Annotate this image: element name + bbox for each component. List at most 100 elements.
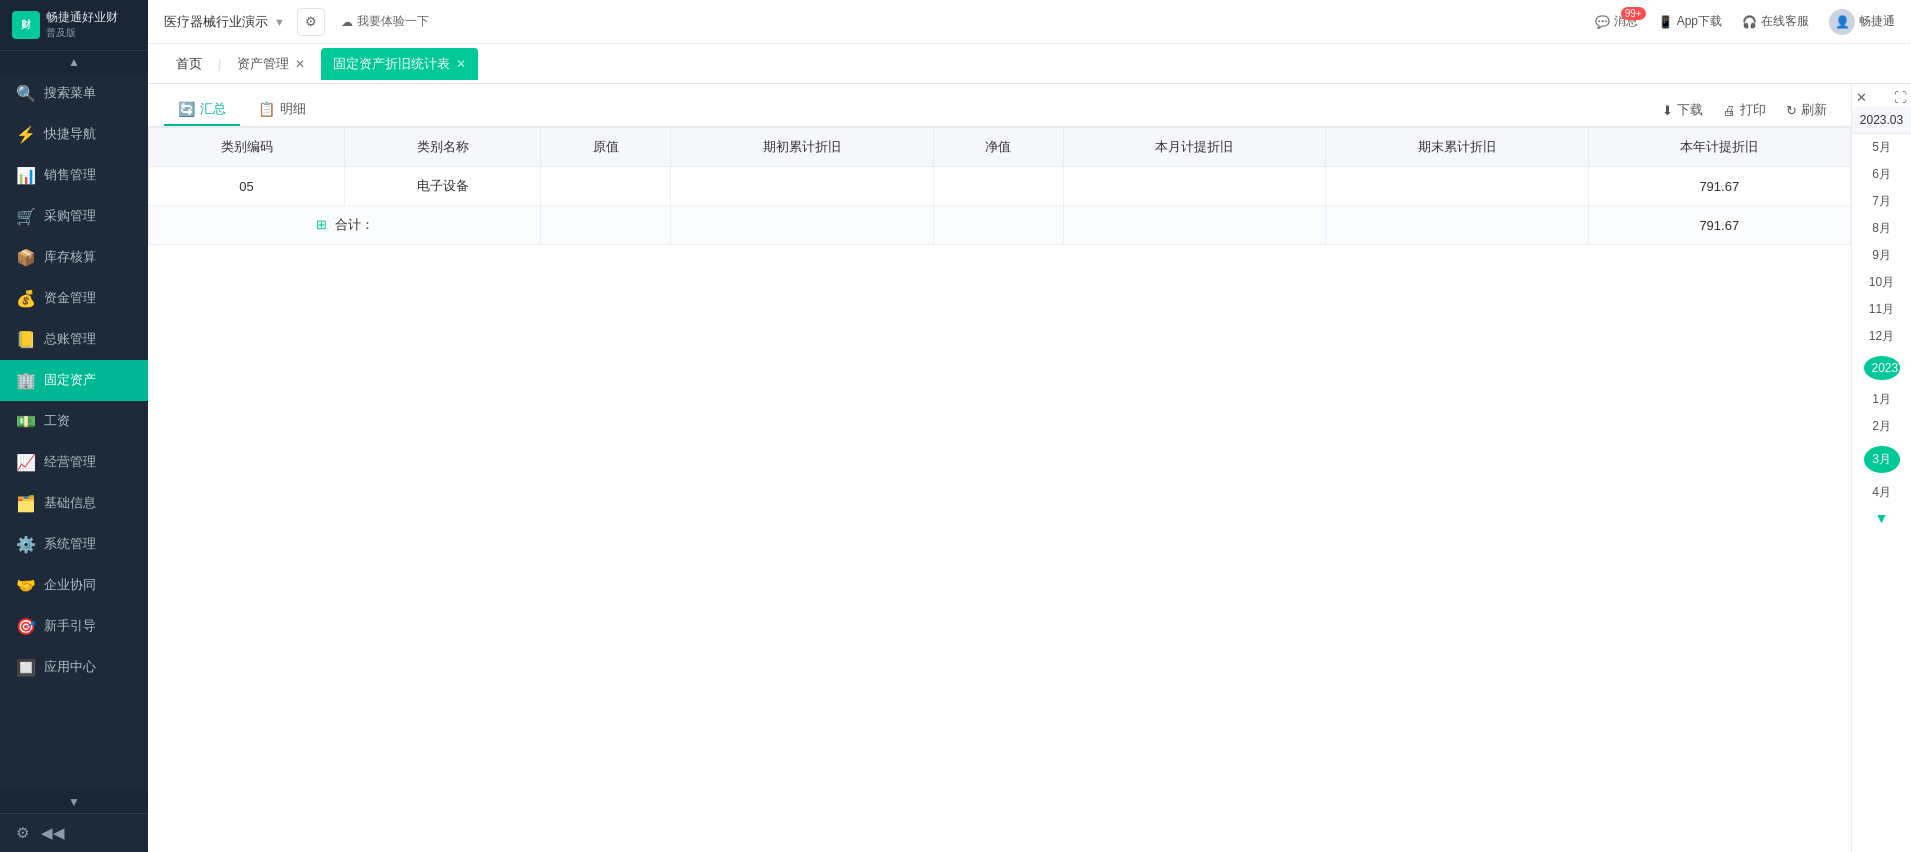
message-badge: 99+ [1621, 7, 1646, 20]
message-button[interactable]: 💬 消息 99+ [1595, 13, 1638, 30]
download-label: 下载 [1677, 101, 1703, 119]
subtab-detail[interactable]: 📋 明细 [244, 94, 320, 126]
sidebar-item-label: 采购管理 [44, 207, 96, 225]
sidebar-item-label: 新手引导 [44, 617, 96, 635]
sidebar-item-search[interactable]: 🔍 搜索菜单 [0, 73, 148, 114]
year-2023-label[interactable]: 2023 [1864, 356, 1900, 380]
collapse-icon[interactable]: ◀◀ [41, 824, 65, 842]
company-selector[interactable]: 医疗器械行业演示 ▼ [164, 13, 285, 31]
sidebar-bottom: ⚙ ◀◀ [0, 813, 148, 852]
sidebar-item-purchase[interactable]: 🛒 采购管理 [0, 196, 148, 237]
tab-home-label: 首页 [176, 55, 202, 73]
date-item-jul[interactable]: 7月 [1852, 188, 1911, 215]
date-item-dec[interactable]: 12月 [1852, 323, 1911, 350]
sidebar-item-quicknav[interactable]: ⚡ 快捷导航 [0, 114, 148, 155]
row-monthly [1063, 167, 1325, 206]
sidebar-item-label: 经营管理 [44, 453, 96, 471]
mobile-icon: 📱 [1658, 15, 1673, 29]
app-download-button[interactable]: 📱 App下载 [1658, 13, 1722, 30]
detail-icon: 📋 [258, 101, 275, 117]
collab-icon: 🤝 [16, 576, 36, 595]
tab-asset-mgmt[interactable]: 资产管理 ✕ [225, 48, 317, 80]
date-item-mar-active[interactable]: 3月 [1864, 446, 1900, 473]
experience-button[interactable]: ☁ 我要体验一下 [341, 13, 429, 30]
total-initial-dep [671, 206, 933, 245]
experience-label: 我要体验一下 [357, 13, 429, 30]
table-row: 05 电子设备 791.67 [149, 167, 1851, 206]
tabbar: 首页 | 资产管理 ✕ 固定资产折旧统计表 ✕ [148, 44, 1911, 84]
total-label: ⊞ 合计： [149, 206, 541, 245]
date-item-jan[interactable]: 1月 [1852, 386, 1911, 413]
sidebar-item-basic[interactable]: 🗂️ 基础信息 [0, 483, 148, 524]
sidebar-item-sales[interactable]: 📊 销售管理 [0, 155, 148, 196]
sidebar-item-operation[interactable]: 📈 经营管理 [0, 442, 148, 483]
sidebar-scroll-up[interactable]: ▲ [0, 51, 148, 73]
tab-asset-mgmt-close[interactable]: ✕ [295, 57, 305, 71]
date-item-aug[interactable]: 8月 [1852, 215, 1911, 242]
tab-depreciation[interactable]: 固定资产折旧统计表 ✕ [321, 48, 478, 80]
date-item-nov[interactable]: 11月 [1852, 296, 1911, 323]
customer-service-label: 在线客服 [1761, 13, 1809, 30]
chevron-down-icon: ▼ [1875, 510, 1889, 526]
sidebar-item-label: 系统管理 [44, 535, 96, 553]
tab-home[interactable]: 首页 [164, 48, 214, 80]
download-button[interactable]: ⬇ 下载 [1654, 97, 1711, 123]
sidebar-item-label: 销售管理 [44, 166, 96, 184]
sidebar-item-collab[interactable]: 🤝 企业协同 [0, 565, 148, 606]
customer-service-button[interactable]: 🎧 在线客服 [1742, 13, 1809, 30]
basic-info-icon: 🗂️ [16, 494, 36, 513]
date-item-oct[interactable]: 10月 [1852, 269, 1911, 296]
row-code: 05 [149, 167, 345, 206]
sidebar-item-label: 总账管理 [44, 330, 96, 348]
sidebar-item-label: 应用中心 [44, 658, 96, 676]
sales-icon: 📊 [16, 166, 36, 185]
date-panel-expand-icon[interactable]: ⛶ [1894, 90, 1907, 105]
user-name: 畅捷通 [1859, 13, 1895, 30]
sidebar-item-guide[interactable]: 🎯 新手引导 [0, 606, 148, 647]
date-item-apr[interactable]: 4月 [1852, 479, 1911, 506]
tab-depreciation-close[interactable]: ✕ [456, 57, 466, 71]
tab-depreciation-label: 固定资产折旧统计表 [333, 55, 450, 73]
date-scroll-down[interactable]: ▼ [1875, 506, 1889, 530]
sidebar-item-finance[interactable]: 💰 资金管理 [0, 278, 148, 319]
row-name: 电子设备 [345, 167, 541, 206]
sidebar-scroll-down[interactable]: ▼ [0, 791, 148, 813]
row-initial-dep [671, 167, 933, 206]
user-menu[interactable]: 👤 畅捷通 [1829, 9, 1895, 35]
total-icon: ⊞ [316, 217, 327, 232]
sidebar-nav: 🔍 搜索菜单 ⚡ 快捷导航 📊 销售管理 🛒 采购管理 📦 库存核算 💰 资金管… [0, 73, 148, 791]
total-ending [1326, 206, 1588, 245]
payroll-icon: 💵 [16, 412, 36, 431]
col-header-initial-dep: 期初累计折旧 [671, 128, 933, 167]
main-area: 医疗器械行业演示 ▼ ⚙ ☁ 我要体验一下 💬 消息 99+ 📱 App下载 🎧… [148, 0, 1911, 852]
row-original [541, 167, 671, 206]
settings-bottom-icon[interactable]: ⚙ [16, 824, 29, 842]
sidebar-item-apps[interactable]: 🔲 应用中心 [0, 647, 148, 688]
refresh-button[interactable]: ↻ 刷新 [1778, 97, 1835, 123]
date-item-jun[interactable]: 6月 [1852, 161, 1911, 188]
subtab-summary[interactable]: 🔄 汇总 [164, 94, 240, 126]
apps-icon: 🔲 [16, 658, 36, 677]
sidebar-item-fixed[interactable]: 🏢 固定资产 [0, 360, 148, 401]
date-item-may[interactable]: 5月 [1852, 134, 1911, 161]
sidebar-item-inventory[interactable]: 📦 库存核算 [0, 237, 148, 278]
finance-icon: 💰 [16, 289, 36, 308]
sidebar-item-ledger[interactable]: 📒 总账管理 [0, 319, 148, 360]
total-net [933, 206, 1063, 245]
sidebar-item-payroll[interactable]: 💵 工资 [0, 401, 148, 442]
print-button[interactable]: 🖨 打印 [1715, 97, 1774, 123]
date-panel-close-icon[interactable]: ✕ [1856, 90, 1867, 105]
logo-icon: 财 [12, 11, 40, 39]
sidebar-item-system[interactable]: ⚙️ 系统管理 [0, 524, 148, 565]
date-item-feb[interactable]: 2月 [1852, 413, 1911, 440]
date-item-sep[interactable]: 9月 [1852, 242, 1911, 269]
print-label: 打印 [1740, 101, 1766, 119]
table-total-row: ⊞ 合计： 791.67 [149, 206, 1851, 245]
topbar-settings-button[interactable]: ⚙ [297, 8, 325, 36]
guide-icon: 🎯 [16, 617, 36, 636]
sidebar-item-label: 企业协同 [44, 576, 96, 594]
app-title: 畅捷通好业财 [46, 10, 118, 26]
depreciation-table: 类别编码 类别名称 原值 期初累计折旧 净值 本月计提折旧 期末累计折旧 本年计… [148, 127, 1851, 245]
content-main: 🔄 汇总 📋 明细 ⬇ 下载 🖨 打印 ↻ [148, 84, 1851, 852]
sidebar-item-label: 基础信息 [44, 494, 96, 512]
